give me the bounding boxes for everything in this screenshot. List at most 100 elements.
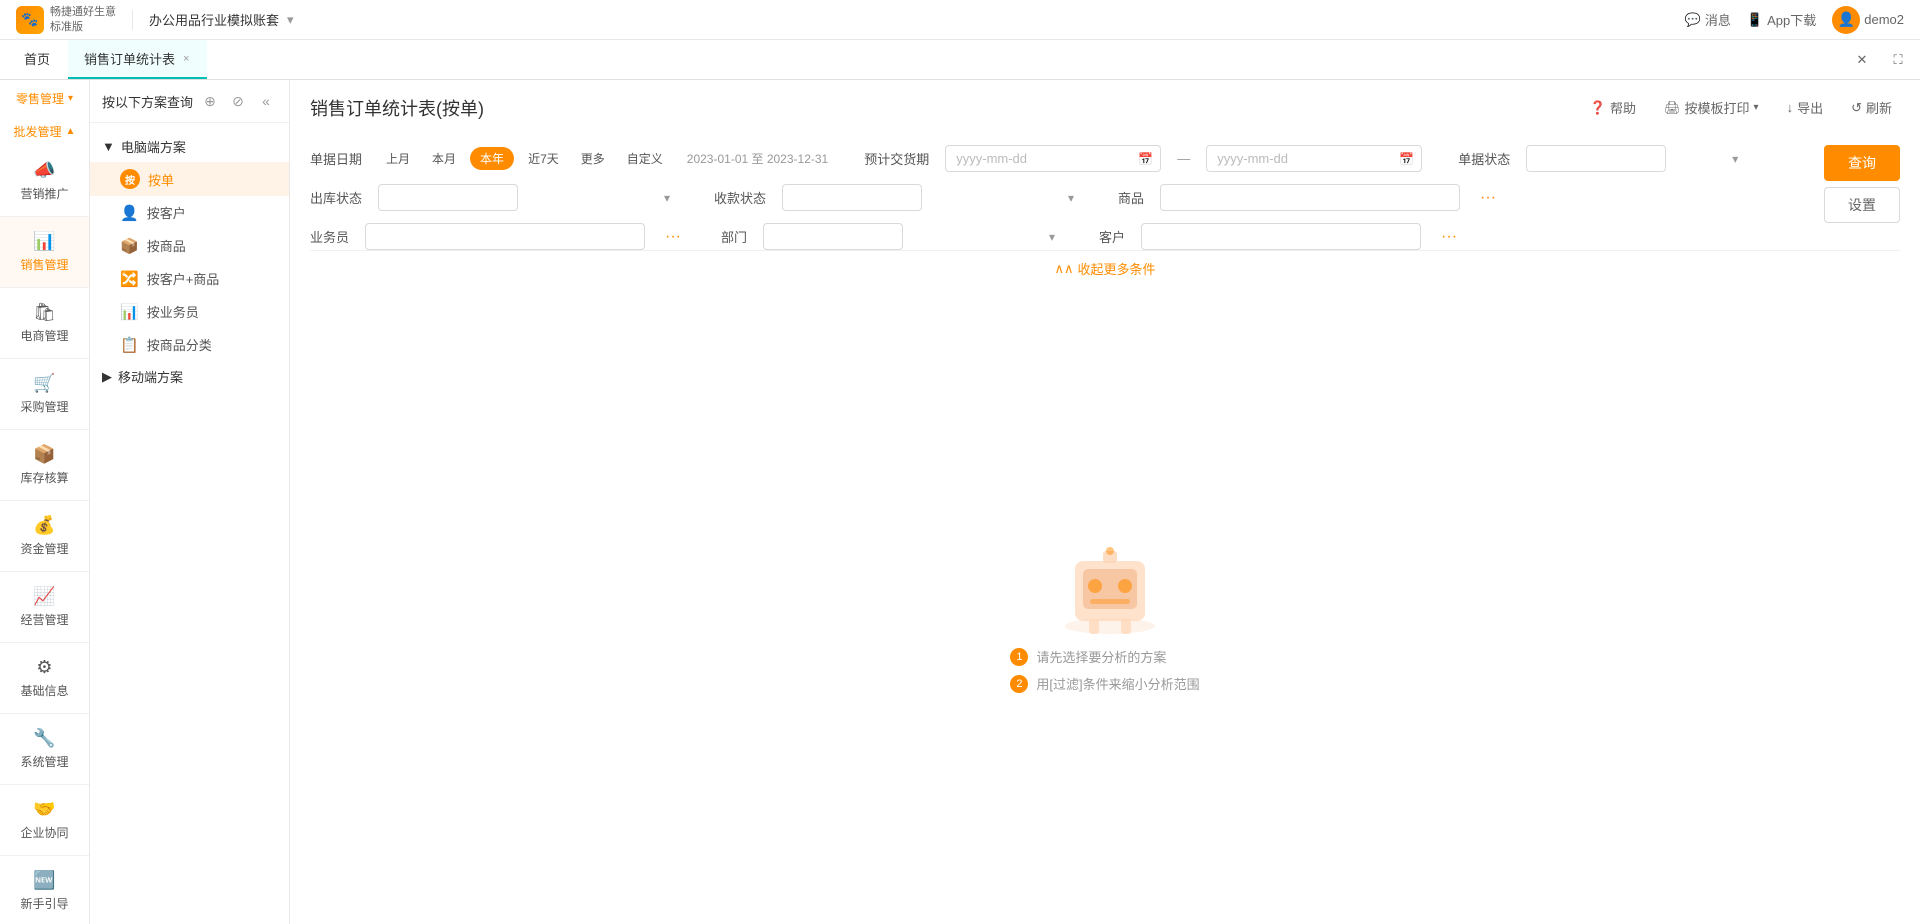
sidebar-basic-icon: ⚙ (36, 657, 52, 678)
tab-home[interactable]: 首页 (8, 40, 66, 79)
hint-2-text: 用[过滤]条件来缩小分析范围 (1036, 674, 1199, 693)
date-range-display: 2023-01-01 至 2023-12-31 (687, 150, 828, 167)
sidebar-item-system[interactable]: 🔧 系统管理 (0, 714, 89, 785)
date-this-year-btn[interactable]: 本年 (470, 147, 514, 170)
divider (132, 10, 133, 30)
app-download-button[interactable]: 📱 App下载 (1747, 10, 1816, 29)
message-button[interactable]: 💬 消息 (1685, 10, 1731, 29)
sidebar-operations-icon: 📈 (33, 586, 55, 607)
empty-state-illustration (1045, 531, 1165, 631)
product-input[interactable] (1160, 184, 1460, 211)
tabbar: 首页 销售订单统计表 × ✕ ⛶ (0, 40, 1920, 80)
add-scheme-button[interactable]: ⊕ (199, 90, 221, 112)
scheme-list: ▼ 电脑端方案 按 按单 👤 按客户 📦 (90, 123, 289, 924)
collapse-filter-label: 收起更多条件 (1078, 259, 1156, 278)
payment-status-select-wrap (782, 184, 1082, 211)
salesperson-label: 业务员 (310, 227, 349, 246)
scheme-item-by-customer-product[interactable]: 🔀 按客户+商品 (90, 262, 289, 295)
tab-sales-order-stats[interactable]: 销售订单统计表 × (68, 40, 207, 79)
scheme-item-by-product-category-label: 按商品分类 (147, 335, 212, 354)
salesperson-input[interactable] (365, 223, 645, 250)
date-more-btn[interactable]: 更多 (573, 147, 613, 170)
scheme-item-by-salesperson[interactable]: 📊 按业务员 (90, 295, 289, 328)
scheme-group-desktop: ▼ 电脑端方案 按 按单 👤 按客户 📦 (90, 131, 289, 361)
date-quick-buttons: 上月 本月 本年 近7天 更多 自定义 (378, 147, 671, 170)
breadcrumb-dropdown-icon[interactable]: ▾ (287, 12, 294, 28)
payment-status-label: 收款状态 (714, 188, 766, 207)
product-label: 商品 (1118, 188, 1144, 207)
scheme-group-desktop-header[interactable]: ▼ 电脑端方案 (90, 131, 289, 162)
payment-status-select[interactable] (782, 184, 922, 211)
scheme-by-customer-product-icon: 🔀 (120, 270, 139, 288)
edit-scheme-button[interactable]: ⊘ (227, 90, 249, 112)
logo-icon: 🐾 (16, 6, 44, 34)
date-dash: — (1177, 151, 1190, 166)
scheme-group-mobile-header[interactable]: ▶ 移动端方案 (90, 361, 289, 392)
scheme-item-by-customer[interactable]: 👤 按客户 (90, 196, 289, 229)
date-filter-label: 单据日期 (310, 149, 362, 168)
date-this-month-btn[interactable]: 本月 (424, 147, 464, 170)
sidebar-item-cooperation[interactable]: 🤝 企业协同 (0, 785, 89, 856)
date-7days-btn[interactable]: 近7天 (520, 147, 567, 170)
sidebar-item-inventory[interactable]: 📦 库存核算 (0, 430, 89, 501)
help-button[interactable]: ❓ 帮助 (1582, 94, 1644, 121)
export-button[interactable]: ↓ 导出 (1779, 94, 1832, 121)
tab-sales-order-stats-label: 销售订单统计表 (84, 49, 175, 68)
topbar-right: 💬 消息 📱 App下载 👤 demo2 (1685, 6, 1904, 34)
sidebar-item-newuser[interactable]: 🆕 新手引导 (0, 856, 89, 924)
scheme-group-mobile: ▶ 移动端方案 (90, 361, 289, 392)
query-button[interactable]: 查询 (1824, 145, 1900, 181)
sidebar-group-wholesale[interactable]: 批发管理 ▲ (0, 113, 89, 146)
template-print-button[interactable]: 🖨 按模板打印 ▾ (1656, 94, 1767, 121)
empty-hints: 1 请先选择要分析的方案 2 用[过滤]条件来缩小分析范围 (1010, 647, 1199, 693)
tab-close-icon[interactable]: × (181, 51, 191, 67)
print-dropdown-icon: ▾ (1754, 102, 1759, 113)
department-label: 部门 (721, 227, 747, 246)
delivery-date-end-input[interactable] (1206, 145, 1422, 172)
sidebar-ecommerce-icon: 🛍 (33, 302, 56, 323)
sidebar-item-purchase[interactable]: 🛒 采购管理 (0, 359, 89, 430)
breadcrumb-title[interactable]: 办公用品行业模拟账套 (149, 10, 279, 29)
sidebar-group-retail-label: 零售管理 (16, 90, 64, 107)
reset-button[interactable]: 设置 (1824, 187, 1900, 223)
sidebar-item-ecommerce[interactable]: 🛍 电商管理 (0, 288, 89, 359)
salesperson-more-icon[interactable]: ··· (661, 228, 685, 246)
date-custom-btn[interactable]: 自定义 (619, 147, 671, 170)
refresh-button[interactable]: ↺ 刷新 (1843, 94, 1900, 121)
sidebar-item-sales[interactable]: 📊 销售管理 (0, 217, 89, 288)
department-select[interactable] (763, 223, 903, 250)
sidebar-item-finance[interactable]: 💰 资金管理 (0, 501, 89, 572)
customer-more-icon[interactable]: ··· (1437, 228, 1461, 246)
page-actions: ❓ 帮助 🖨 按模板打印 ▾ ↓ 导出 ↺ 刷新 (1582, 94, 1900, 121)
scheme-by-order-icon: 按 (120, 169, 140, 189)
scheme-item-by-product-category[interactable]: 📋 按商品分类 (90, 328, 289, 361)
left-panel-header: 按以下方案查询 ⊕ ⊘ « (90, 80, 289, 123)
delivery-status-select[interactable] (378, 184, 518, 211)
product-more-icon[interactable]: ··· (1476, 189, 1500, 207)
filter-row-2: 出库状态 收款状态 (310, 184, 1808, 211)
customer-input[interactable] (1141, 223, 1421, 250)
sidebar-chevron-retail: ▾ (68, 93, 73, 104)
scheme-group-mobile-expand-icon: ▶ (102, 369, 112, 385)
sidebar-item-basic[interactable]: ⚙ 基础信息 (0, 643, 89, 714)
sidebar-group-retail[interactable]: 零售管理 ▾ (0, 80, 89, 113)
sidebar-group-wholesale-label: 批发管理 (14, 123, 62, 140)
delivery-date-start-input[interactable] (945, 145, 1161, 172)
close-window-icon[interactable]: ✕ (1848, 46, 1876, 74)
order-status-label: 单据状态 (1458, 149, 1510, 168)
sidebar-item-marketing[interactable]: 📣 营销推广 (0, 146, 89, 217)
collapse-filter-button[interactable]: ∧∧ 收起更多条件 (310, 250, 1900, 286)
help-icon: ❓ (1590, 100, 1606, 116)
sidebar: 零售管理 ▾ 批发管理 ▲ 📣 营销推广 📊 销售管理 🛍 电商管理 🛒 采购管… (0, 80, 90, 924)
scheme-item-by-product[interactable]: 📦 按商品 (90, 229, 289, 262)
department-select-wrap (763, 223, 1063, 250)
tabs: 首页 销售订单统计表 × (8, 40, 207, 79)
date-prev-month-btn[interactable]: 上月 (378, 147, 418, 170)
scheme-item-by-order[interactable]: 按 按单 (90, 162, 289, 196)
collapse-panel-button[interactable]: « (255, 90, 277, 112)
user-menu-button[interactable]: 👤 demo2 (1832, 6, 1904, 34)
order-status-select[interactable] (1526, 145, 1666, 172)
sidebar-item-operations[interactable]: 📈 经营管理 (0, 572, 89, 643)
expand-window-icon[interactable]: ⛶ (1884, 46, 1912, 74)
data-area: 1 请先选择要分析的方案 2 用[过滤]条件来缩小分析范围 (290, 300, 1920, 924)
